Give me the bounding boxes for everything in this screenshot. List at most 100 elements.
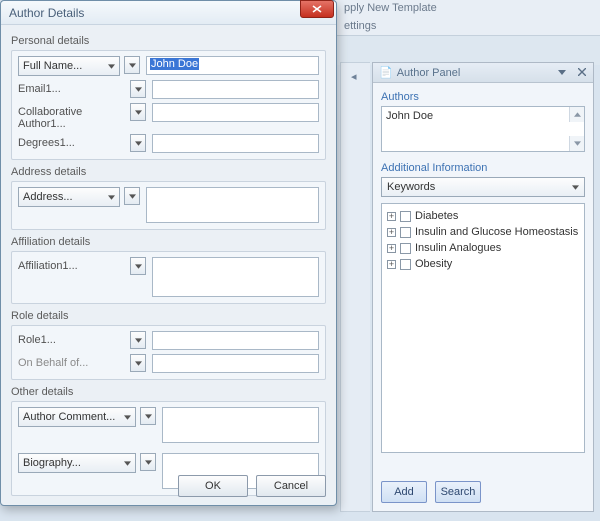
- ribbon-background: [330, 35, 600, 65]
- author-list-item[interactable]: John Doe: [386, 110, 433, 122]
- chevron-down-icon: [129, 63, 136, 68]
- chevron-down-icon: [135, 87, 142, 92]
- chevron-down-icon: [574, 141, 581, 146]
- section-label-address: Address details: [11, 166, 326, 178]
- comments-combo-label: Author Comment...: [23, 411, 115, 423]
- comments-input[interactable]: [162, 407, 319, 443]
- search-button[interactable]: Search: [435, 481, 481, 503]
- author-panel: 📄 Author Panel Authors John Doe Addition…: [372, 62, 594, 512]
- checkbox[interactable]: [400, 211, 411, 222]
- chevron-down-icon: [558, 70, 566, 75]
- section-label-personal: Personal details: [11, 35, 326, 47]
- email-input[interactable]: [152, 80, 319, 99]
- affiliation-label: Affiliation1...: [18, 257, 130, 272]
- close-icon: [578, 68, 586, 76]
- checkbox[interactable]: [400, 227, 411, 238]
- rail-triangle-icon: ◂: [351, 70, 357, 83]
- scroll-up-button[interactable]: [569, 107, 584, 122]
- section-label-role: Role details: [11, 310, 326, 322]
- degrees-input[interactable]: [152, 134, 319, 153]
- panel-doc-icon: 📄: [379, 66, 393, 79]
- email-label: Email1...: [18, 80, 130, 95]
- role-dropdown[interactable]: [130, 331, 146, 349]
- chevron-down-icon: [145, 414, 152, 419]
- checkbox[interactable]: [400, 243, 411, 254]
- biography-dropdown[interactable]: [140, 453, 156, 471]
- scroll-down-button[interactable]: [569, 136, 584, 151]
- biography-combo-label: Biography...: [23, 457, 81, 469]
- section-role: Role1... On Behalf of...: [11, 325, 326, 380]
- affiliation-dropdown[interactable]: [130, 257, 146, 275]
- address-dropdown[interactable]: [124, 187, 140, 205]
- expand-icon[interactable]: +: [387, 244, 396, 253]
- expand-icon[interactable]: +: [387, 228, 396, 237]
- onbehalf-input[interactable]: [152, 354, 319, 373]
- comments-dropdown[interactable]: [140, 407, 156, 425]
- chevron-down-icon: [129, 194, 136, 199]
- keywords-combo-label: Keywords: [387, 181, 435, 193]
- full-name-combo[interactable]: Full Name...: [18, 56, 120, 76]
- full-name-value: John Doe: [150, 58, 199, 70]
- chevron-down-icon: [135, 141, 142, 146]
- authors-label: Authors: [381, 91, 585, 103]
- full-name-dropdown[interactable]: [124, 56, 140, 74]
- chevron-down-icon: [135, 361, 142, 366]
- panel-menu-button[interactable]: [555, 65, 569, 79]
- expand-icon[interactable]: +: [387, 260, 396, 269]
- full-name-input[interactable]: John Doe: [146, 56, 319, 75]
- comments-combo[interactable]: Author Comment...: [18, 407, 136, 427]
- address-combo[interactable]: Address...: [18, 187, 120, 207]
- chevron-down-icon: [572, 185, 579, 190]
- collab-dropdown[interactable]: [130, 103, 146, 121]
- section-label-affiliation: Affiliation details: [11, 236, 326, 248]
- author-details-dialog: Author Details Personal details Full Nam…: [0, 0, 337, 506]
- ok-button[interactable]: OK: [178, 475, 248, 497]
- tree-item[interactable]: + Diabetes: [387, 208, 579, 224]
- apply-template-link[interactable]: pply New Template: [344, 2, 437, 14]
- section-address: Address...: [11, 181, 326, 230]
- section-label-other: Other details: [11, 386, 326, 398]
- role-input[interactable]: [152, 331, 319, 350]
- collab-label: Collaborative Author1...: [18, 103, 130, 130]
- section-affiliation: Affiliation1...: [11, 251, 326, 304]
- dialog-title: Author Details: [9, 6, 84, 20]
- role-label: Role1...: [18, 331, 130, 346]
- tree-item[interactable]: + Insulin and Glucose Homeostasis: [387, 224, 579, 240]
- full-name-combo-label: Full Name...: [23, 60, 82, 72]
- cancel-button[interactable]: Cancel: [256, 475, 326, 497]
- close-button[interactable]: [300, 0, 334, 18]
- add-button[interactable]: Add: [381, 481, 427, 503]
- biography-combo[interactable]: Biography...: [18, 453, 136, 473]
- chevron-down-icon: [135, 338, 142, 343]
- chevron-down-icon: [135, 110, 142, 115]
- onbehalf-label: On Behalf of...: [18, 354, 130, 369]
- settings-link[interactable]: ettings: [344, 20, 376, 32]
- tree-item[interactable]: + Insulin Analogues: [387, 240, 579, 256]
- degrees-label: Degrees1...: [18, 134, 130, 149]
- onbehalf-dropdown[interactable]: [130, 354, 146, 372]
- dialog-titlebar[interactable]: Author Details: [1, 1, 336, 25]
- affiliation-input[interactable]: [152, 257, 319, 297]
- panel-left-rail: ◂: [340, 62, 370, 512]
- tree-item[interactable]: + Obesity: [387, 256, 579, 272]
- chevron-down-icon: [145, 460, 152, 465]
- close-icon: [312, 5, 322, 13]
- chevron-down-icon: [124, 415, 131, 420]
- panel-close-button[interactable]: [575, 65, 589, 79]
- keywords-combo[interactable]: Keywords: [381, 177, 585, 197]
- chevron-down-icon: [124, 461, 131, 466]
- tree-item-label: Insulin Analogues: [415, 242, 501, 254]
- degrees-dropdown[interactable]: [130, 134, 146, 152]
- panel-header[interactable]: 📄 Author Panel: [373, 63, 593, 83]
- additional-info-label: Additional Information: [381, 162, 585, 174]
- collab-input[interactable]: [152, 103, 319, 122]
- address-input[interactable]: [146, 187, 319, 223]
- panel-title: Author Panel: [397, 67, 461, 79]
- chevron-up-icon: [574, 112, 581, 117]
- authors-list[interactable]: John Doe: [381, 106, 585, 152]
- expand-icon[interactable]: +: [387, 212, 396, 221]
- keywords-tree[interactable]: + Diabetes + Insulin and Glucose Homeost…: [381, 203, 585, 453]
- checkbox[interactable]: [400, 259, 411, 270]
- tree-item-label: Obesity: [415, 258, 452, 270]
- email-dropdown[interactable]: [130, 80, 146, 98]
